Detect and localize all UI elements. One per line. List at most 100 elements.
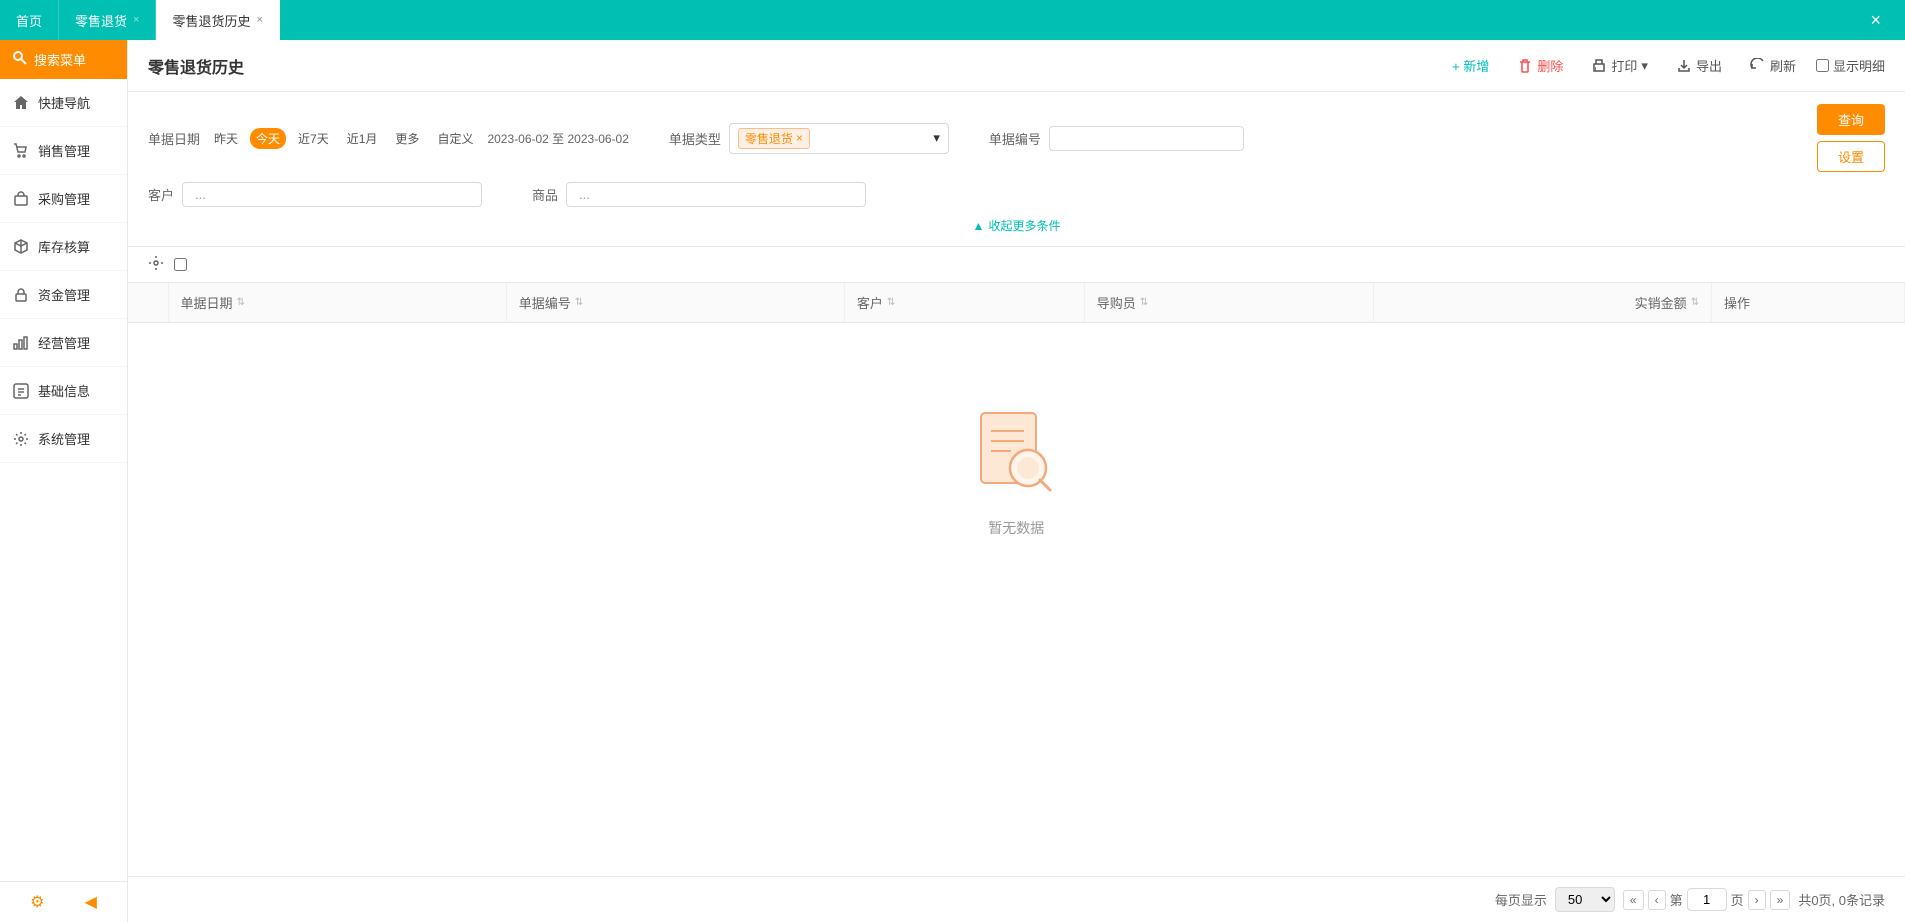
col-guide: 导购员 ⇅	[1084, 283, 1373, 323]
voucher-type-tag: 零售退货 ×	[738, 128, 810, 149]
first-page-button[interactable]: «	[1623, 890, 1644, 910]
shortcut-7days[interactable]: 近7天	[292, 128, 335, 149]
sidebar-bottom: ⚙ ◀	[0, 881, 127, 922]
voucher-number-label: 单据编号	[989, 129, 1041, 148]
col-number: 单据编号 ⇅	[506, 283, 844, 323]
page-title: 零售退货历史	[148, 54, 244, 78]
data-table: 单据日期 ⇅ 单据编号 ⇅ 客户	[128, 283, 1905, 618]
column-settings-button[interactable]	[148, 255, 164, 274]
sidebar: 搜索菜单 快捷导航 销售管理 采购管理	[0, 40, 128, 922]
export-icon	[1676, 58, 1692, 74]
shortcut-more[interactable]: 更多	[389, 128, 425, 149]
content-area: 零售退货历史 + 新增 删除 打印 ▾ 导出	[128, 40, 1905, 922]
sidebar-settings-button[interactable]: ⚙	[30, 892, 44, 912]
print-dropdown-icon[interactable]: ▾	[1641, 58, 1648, 74]
filter-row-2: 客户 ... 商品 ...	[148, 182, 1885, 207]
voucher-type-label: 单据类型	[669, 129, 721, 148]
date-label: 单据日期	[148, 129, 200, 148]
customer-select[interactable]: ...	[182, 182, 482, 207]
last-page-button[interactable]: »	[1770, 890, 1791, 910]
customer-select-dots: ...	[191, 187, 210, 202]
col-amount: 实销金额 ⇅	[1373, 283, 1711, 323]
refresh-button[interactable]: 刷新	[1742, 52, 1804, 79]
voucher-type-select[interactable]: 零售退货 × ▾	[729, 123, 949, 154]
sidebar-item-system[interactable]: 系统管理	[0, 415, 127, 463]
sidebar-item-sales[interactable]: 销售管理	[0, 127, 127, 175]
sidebar-item-basic[interactable]: 基础信息	[0, 367, 127, 415]
page-label: 页	[1731, 890, 1744, 909]
delete-button[interactable]: 删除	[1509, 52, 1571, 79]
tab-retail-return-close[interactable]: ×	[133, 14, 139, 26]
col-customer-sort-icon[interactable]: ⇅	[887, 297, 895, 308]
table-toolbar	[128, 247, 1905, 283]
query-button[interactable]: 查询	[1817, 104, 1885, 135]
voucher-type-tag-close[interactable]: ×	[796, 131, 803, 145]
total-info: 共0页, 0条记录	[1798, 890, 1885, 909]
col-guide-sort-icon[interactable]: ⇅	[1140, 297, 1148, 308]
shortcut-1month[interactable]: 近1月	[341, 128, 384, 149]
settings-button[interactable]: 设置	[1817, 141, 1885, 172]
query-settings-group: 查询 设置	[1817, 104, 1885, 172]
sidebar-item-purchase[interactable]: 采购管理	[0, 175, 127, 223]
table-header: 单据日期 ⇅ 单据编号 ⇅ 客户	[128, 283, 1905, 323]
nav-items: 快捷导航 销售管理 采购管理 库存核算	[0, 79, 127, 881]
sidebar-item-operations[interactable]: 经营管理	[0, 319, 127, 367]
print-button[interactable]: 打印 ▾	[1583, 52, 1656, 79]
page-number-input[interactable]	[1687, 888, 1727, 911]
voucher-number-filter: 单据编号	[989, 126, 1244, 151]
tab-retail-return-history-close[interactable]: ×	[256, 14, 262, 26]
sidebar-item-quick-nav[interactable]: 快捷导航	[0, 79, 127, 127]
show-detail-checkbox[interactable]	[1816, 59, 1829, 72]
show-detail-checkbox-label[interactable]: 显示明细	[1816, 56, 1885, 75]
window-close-button[interactable]: ×	[1862, 10, 1889, 30]
customer-label: 客户	[148, 185, 174, 204]
col-number-sort-icon[interactable]: ⇅	[575, 297, 583, 308]
filter-row-1: 单据日期 昨天 今天 近7天 近1月 更多 自定义 2023-06-02 至 2…	[148, 104, 1885, 172]
goods-label: 商品	[532, 185, 558, 204]
date-range-display: 2023-06-02 至 2023-06-02	[487, 130, 628, 147]
page-size-label: 每页显示	[1495, 890, 1547, 909]
go-to-label: 第	[1670, 890, 1683, 909]
home-icon	[12, 94, 30, 112]
tab-home[interactable]: 首页	[0, 0, 59, 40]
goods-select-dots: ...	[575, 187, 594, 202]
pagination: 每页显示 50 20 100 « ‹ 第 页 › » 共0页, 0条记录	[128, 876, 1905, 922]
shortcut-custom[interactable]: 自定义	[431, 128, 479, 149]
col-checkbox	[128, 283, 168, 323]
col-date-sort-icon[interactable]: ⇅	[237, 297, 245, 308]
cart-icon	[12, 142, 30, 160]
tab-retail-return-history[interactable]: 零售退货历史 ×	[156, 0, 279, 40]
empty-row: 暂无数据	[128, 323, 1905, 619]
sidebar-item-finance[interactable]: 资金管理	[0, 271, 127, 319]
export-button[interactable]: 导出	[1668, 52, 1730, 79]
table-container: 单据日期 ⇅ 单据编号 ⇅ 客户	[128, 283, 1905, 876]
search-menu-button[interactable]: 搜索菜单	[0, 40, 127, 79]
prev-page-button[interactable]: ‹	[1648, 890, 1666, 910]
shortcut-today[interactable]: 今天	[250, 128, 286, 149]
new-button[interactable]: + 新增	[1444, 52, 1497, 79]
sidebar-item-inventory[interactable]: 库存核算	[0, 223, 127, 271]
select-all-checkbox[interactable]	[174, 258, 187, 271]
page-nav: « ‹ 第 页 › »	[1623, 888, 1790, 911]
top-bar-right: ×	[1862, 10, 1905, 31]
sidebar-collapse-button[interactable]: ◀	[85, 892, 97, 912]
voucher-number-input[interactable]	[1049, 126, 1244, 151]
collapse-button[interactable]: ▲ 收起更多条件	[973, 217, 1061, 234]
column-settings-icon	[148, 255, 164, 271]
voucher-type-dropdown-icon[interactable]: ▾	[933, 130, 940, 146]
filter-row-collapse: ▲ 收起更多条件	[148, 217, 1885, 234]
main-layout: 搜索菜单 快捷导航 销售管理 采购管理	[0, 40, 1905, 922]
tab-retail-return[interactable]: 零售退货 ×	[59, 0, 156, 40]
settings-icon	[12, 430, 30, 448]
shortcut-yesterday[interactable]: 昨天	[208, 128, 244, 149]
date-filter: 单据日期 昨天 今天 近7天 近1月 更多 自定义 2023-06-02 至 2…	[148, 128, 629, 149]
filter-area: 单据日期 昨天 今天 近7天 近1月 更多 自定义 2023-06-02 至 2…	[128, 92, 1905, 247]
col-action: 操作	[1711, 283, 1904, 323]
top-bar: 首页 零售退货 × 零售退货历史 × ×	[0, 0, 1905, 40]
next-page-button[interactable]: ›	[1748, 890, 1766, 910]
goods-select[interactable]: ...	[566, 182, 866, 207]
lock-icon	[12, 286, 30, 304]
page-size-select[interactable]: 50 20 100	[1555, 887, 1615, 912]
col-amount-sort-icon[interactable]: ⇅	[1691, 297, 1699, 308]
delete-icon	[1517, 58, 1533, 74]
